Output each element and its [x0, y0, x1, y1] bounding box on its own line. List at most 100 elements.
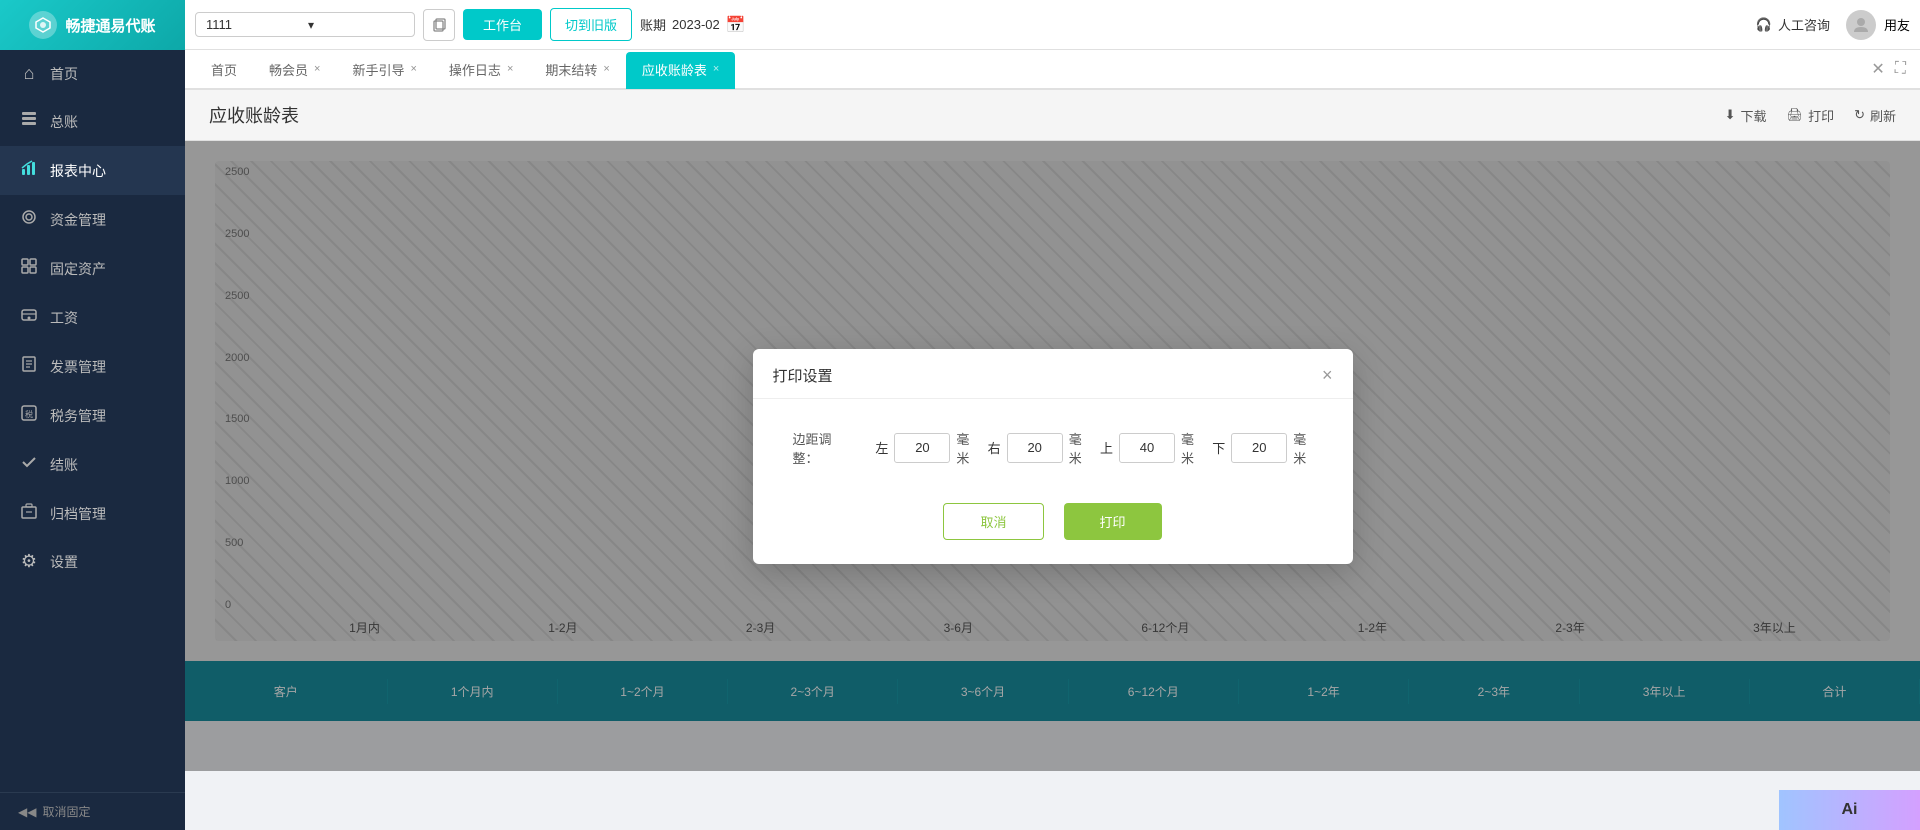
print-confirm-button[interactable]: 打印: [1064, 503, 1162, 540]
report-icon: [18, 159, 40, 182]
tab-guide[interactable]: 新手引导 ×: [336, 52, 432, 89]
sidebar-nav: ⌂ 首页 总账 报表中心 资金管理: [0, 50, 185, 792]
margin-bottom-group: 下 毫米: [1212, 429, 1312, 467]
right-margin-input[interactable]: [1007, 433, 1063, 463]
top-margin-input[interactable]: [1119, 433, 1175, 463]
logo: 畅捷通易代账: [0, 0, 185, 50]
close-window-icon[interactable]: ✕: [1871, 59, 1884, 79]
top-unit: 毫米: [1181, 429, 1200, 467]
home-icon: ⌂: [18, 63, 40, 84]
tab-member[interactable]: 畅会员 ×: [253, 52, 336, 89]
headset-icon: 🎧: [1756, 17, 1772, 33]
top-prefix: 上: [1100, 438, 1113, 457]
period-value: 2023-02: [672, 17, 720, 32]
tab-close-icon[interactable]: ×: [713, 63, 719, 75]
switch-old-button[interactable]: 切到旧版: [550, 8, 632, 41]
sidebar-item-label: 总账: [50, 112, 78, 132]
company-name: 1111: [206, 17, 302, 32]
tab-label: 期末结转: [545, 60, 597, 79]
bottom-margin-input[interactable]: [1231, 433, 1287, 463]
sidebar-item-label: 工资: [50, 308, 78, 328]
cancel-button[interactable]: 取消: [943, 503, 1043, 540]
tab-aging[interactable]: 应收账龄表 ×: [626, 52, 735, 89]
archive-icon: [18, 502, 40, 525]
margin-label: 边距调整：: [793, 429, 854, 467]
sidebar-item-settings[interactable]: ⚙ 设置: [0, 538, 185, 585]
avatar: [1846, 10, 1876, 40]
left-prefix: 左: [875, 438, 888, 457]
expand-window-icon[interactable]: ⛶: [1895, 60, 1906, 78]
collapse-icon: ◀◀: [18, 805, 36, 819]
margin-row: 边距调整： 左 毫米 右 毫米: [793, 429, 1313, 467]
logo-icon: [29, 11, 57, 39]
tab-close-icon[interactable]: ×: [314, 63, 320, 75]
tab-close-icon[interactable]: ×: [410, 63, 416, 75]
bottom-unit: 毫米: [1293, 429, 1312, 467]
margin-right-group: 右 毫米: [988, 429, 1088, 467]
calendar-icon[interactable]: 📅: [726, 15, 746, 35]
refresh-icon: ↻: [1854, 107, 1865, 123]
print-label: 打印: [1808, 106, 1834, 125]
tab-home[interactable]: 首页: [195, 52, 253, 89]
tab-label: 新手引导: [352, 60, 404, 79]
tab-yearend[interactable]: 期末结转 ×: [529, 52, 625, 89]
margin-top-group: 上 毫米: [1100, 429, 1200, 467]
tab-label: 畅会员: [269, 60, 308, 79]
right-unit: 毫米: [1069, 429, 1088, 467]
sidebar-item-archive[interactable]: 归档管理: [0, 489, 185, 538]
collapse-label: 取消固定: [42, 803, 90, 820]
modal-header: 打印设置 ×: [753, 349, 1353, 399]
refresh-label: 刷新: [1870, 106, 1896, 125]
left-margin-input[interactable]: [894, 433, 950, 463]
print-icon: 🖨: [1787, 107, 1804, 123]
user-area[interactable]: 用友: [1846, 10, 1910, 40]
print-button[interactable]: 🖨 打印: [1787, 106, 1835, 125]
sidebar-item-tax[interactable]: 税 税务管理: [0, 391, 185, 440]
sidebar-item-asset[interactable]: 固定资产: [0, 244, 185, 293]
sidebar-item-salary[interactable]: 工资: [0, 293, 185, 342]
download-label: 下载: [1741, 106, 1767, 125]
ai-badge[interactable]: Ai: [1779, 790, 1920, 830]
svg-text:税: 税: [25, 409, 33, 419]
print-dialog: 打印设置 × 边距调整： 左 毫米: [753, 349, 1353, 564]
ledger-icon: [18, 110, 40, 133]
tab-close-icon[interactable]: ×: [603, 63, 609, 75]
refresh-button[interactable]: ↻ 刷新: [1854, 106, 1896, 125]
sidebar-item-report[interactable]: 报表中心: [0, 146, 185, 195]
sidebar-item-label: 首页: [50, 64, 78, 84]
tab-label: 首页: [211, 60, 237, 79]
tab-window-controls: ✕ ⛶: [1871, 59, 1910, 79]
tax-icon: 税: [18, 404, 40, 427]
copy-button[interactable]: [423, 9, 455, 41]
salary-icon: [18, 306, 40, 329]
sidebar-item-settle[interactable]: 结账: [0, 440, 185, 489]
workbench-button[interactable]: 工作台: [463, 9, 542, 40]
sidebar-item-label: 报表中心: [50, 161, 106, 181]
logo-text: 畅捷通易代账: [65, 15, 155, 36]
tab-bar: 首页 畅会员 × 新手引导 × 操作日志 × 期末结转 × 应收账龄表 ×: [185, 50, 1920, 90]
download-button[interactable]: ⬇ 下载: [1725, 106, 1767, 125]
company-selector[interactable]: 1111 ▾: [195, 12, 415, 37]
download-icon: ⬇: [1725, 107, 1736, 123]
tab-label: 应收账龄表: [642, 60, 707, 79]
sidebar-item-invoice[interactable]: 发票管理: [0, 342, 185, 391]
chevron-down-icon: ▾: [308, 18, 404, 32]
tab-oplog[interactable]: 操作日志 ×: [433, 52, 529, 89]
sidebar-item-label: 结账: [50, 455, 78, 475]
sidebar-item-fund[interactable]: 资金管理: [0, 195, 185, 244]
sidebar-item-ledger[interactable]: 总账: [0, 97, 185, 146]
tab-close-icon[interactable]: ×: [507, 63, 513, 75]
asset-icon: [18, 257, 40, 280]
modal-body: 边距调整： 左 毫米 右 毫米: [753, 399, 1353, 487]
margin-left-group: 左 毫米: [875, 429, 975, 467]
sidebar-collapse[interactable]: ◀◀ 取消固定: [0, 792, 185, 830]
modal-overlay: 打印设置 × 边距调整： 左 毫米: [185, 141, 1920, 771]
consult-button[interactable]: 🎧 人工咨询: [1756, 15, 1830, 34]
sidebar-item-label: 资金管理: [50, 210, 106, 230]
sidebar: ⌂ 首页 总账 报表中心 资金管理: [0, 50, 185, 830]
sidebar-item-home[interactable]: ⌂ 首页: [0, 50, 185, 97]
sidebar-item-label: 归档管理: [50, 504, 106, 524]
ai-label: Ai: [1842, 801, 1858, 819]
sidebar-item-label: 税务管理: [50, 406, 106, 426]
modal-close-button[interactable]: ×: [1322, 365, 1333, 386]
